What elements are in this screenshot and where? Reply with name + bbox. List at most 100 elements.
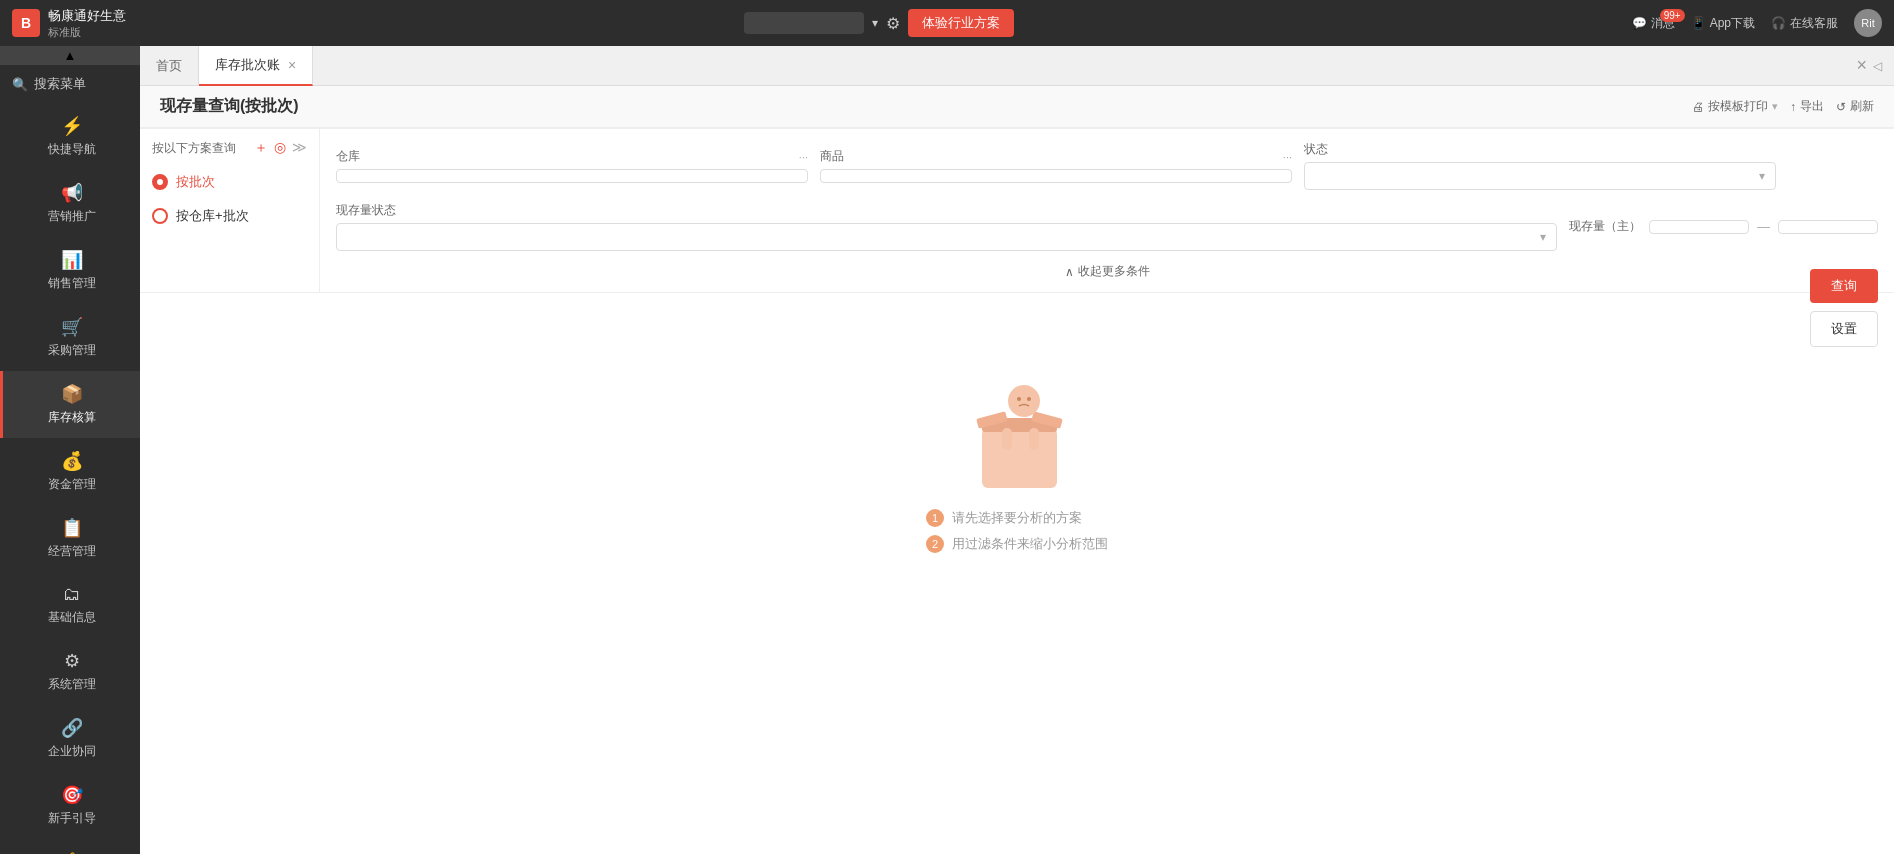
export-button[interactable]: ↑ 导出: [1790, 98, 1824, 115]
sidebar-label-10: 新手引导: [48, 810, 96, 827]
scheme-header-label: 按以下方案查询: [152, 140, 236, 157]
sidebar-item-基础信息[interactable]: 🗂 基础信息: [0, 572, 140, 638]
sidebar-label-9: 企业协同: [48, 743, 96, 760]
print-button[interactable]: 🖨 按模板打印 ▾: [1692, 98, 1778, 115]
logo-text: B: [21, 15, 31, 31]
money-icon: 💰: [61, 450, 83, 472]
search-input[interactable]: [744, 12, 864, 34]
print-dropdown-icon: ▾: [1772, 100, 1778, 113]
dropdown-chevron-icon[interactable]: ▾: [872, 16, 878, 30]
scheme-settings-icon[interactable]: ◎: [274, 139, 286, 157]
refresh-button[interactable]: ↺ 刷新: [1836, 98, 1874, 115]
empty-state: 1 请先选择要分析的方案 2 用过滤条件来缩小分析范围: [140, 293, 1894, 633]
action-buttons: 查询 设置: [1810, 269, 1878, 347]
edition-label: 标准版: [48, 25, 126, 40]
message-icon-item[interactable]: 💬 消息 99+: [1632, 15, 1675, 32]
inventory-status-label: 现存量状态: [336, 202, 396, 219]
scheme-label-0: 按批次: [176, 173, 215, 191]
sidebar-item-应用中心[interactable]: 🔔 应用中心: [0, 839, 140, 854]
scheme-radio-1: [152, 208, 168, 224]
sidebar-label-2: 销售管理: [48, 275, 96, 292]
message-badge: 99+: [1660, 9, 1685, 22]
scheme-header: 按以下方案查询 ＋ ◎ ≫: [140, 139, 319, 165]
sidebar-item-快捷导航[interactable]: ⚡ 快捷导航: [0, 103, 140, 170]
sidebar-scroll-up[interactable]: ▲: [0, 46, 140, 65]
query-button[interactable]: 查询: [1810, 269, 1878, 303]
scheme-add-icon[interactable]: ＋: [254, 139, 268, 157]
empty-tip-2: 2 用过滤条件来缩小分析范围: [926, 535, 1108, 553]
folder-icon: 🗂: [63, 584, 81, 605]
status-input[interactable]: ▾: [1304, 162, 1776, 190]
refresh-icon: ↺: [1836, 100, 1846, 114]
sidebar-item-企业协同[interactable]: 🔗 企业协同: [0, 705, 140, 772]
brand-name: 畅康通好生意: [48, 7, 126, 25]
svg-point-5: [1017, 397, 1021, 401]
filter-row-2: 现存量状态 ▾ 现存量（主） —: [336, 202, 1878, 251]
gear-icon[interactable]: ⚙: [886, 14, 900, 33]
scheme-header-actions: ＋ ◎ ≫: [254, 139, 307, 157]
warehouse-more-btn[interactable]: ···: [799, 151, 808, 163]
svg-point-6: [1027, 397, 1031, 401]
scheme-item-1[interactable]: 按仓库+批次: [140, 199, 319, 233]
tip-num-1: 1: [926, 509, 944, 527]
product-input[interactable]: [820, 169, 1292, 183]
tab-home[interactable]: 首页: [140, 46, 199, 86]
sidebar-label-7: 基础信息: [48, 609, 96, 626]
main-layout: ▲ 🔍 搜索菜单 ⚡ 快捷导航 📢 营销推广 📊 销售管理 🛒 采购管理 📦 库…: [0, 46, 1894, 854]
scheme-collapse-icon[interactable]: ≫: [292, 139, 307, 157]
sidebar-item-系统管理[interactable]: ⚙ 系统管理: [0, 638, 140, 705]
sidebar-item-经营管理[interactable]: 📋 经营管理: [0, 505, 140, 572]
panel-close-icon[interactable]: ×: [1856, 55, 1867, 76]
panel-expand-icon[interactable]: ◁: [1873, 59, 1882, 73]
chart-icon: 📊: [61, 249, 83, 271]
tab-close-icon[interactable]: ×: [288, 57, 296, 73]
scheme-item-0[interactable]: 按批次: [140, 165, 319, 199]
warehouse-input[interactable]: [336, 169, 808, 183]
tab-bar-right: × ◁: [313, 55, 1894, 76]
product-label: 商品: [820, 148, 844, 165]
collapse-button[interactable]: ∧ 收起更多条件: [336, 263, 1878, 280]
sidebar-item-采购管理[interactable]: 🛒 采购管理: [0, 304, 140, 371]
user-avatar-item[interactable]: Rit: [1854, 9, 1882, 37]
sidebar-item-新手引导[interactable]: 🎯 新手引导: [0, 772, 140, 839]
experience-button[interactable]: 体验行业方案: [908, 9, 1014, 37]
page-header-actions: 🖨 按模板打印 ▾ ↑ 导出 ↺ 刷新: [1692, 98, 1874, 115]
topbar-right: 💬 消息 99+ 📱 App下载 🎧 在线客服 Rit: [1632, 9, 1882, 37]
tab-inventory[interactable]: 库存批次账 ×: [199, 46, 313, 86]
inventory-status-input[interactable]: ▾: [336, 223, 1557, 251]
warehouse-label: 仓库: [336, 148, 360, 165]
warehouse-label-row: 仓库 ···: [336, 148, 808, 165]
settings-button[interactable]: 设置: [1810, 311, 1878, 347]
app-label: App下载: [1710, 15, 1755, 32]
topbar-brand-wrapper: 畅康通好生意 标准版: [48, 7, 126, 40]
settings-icon: ⚙: [64, 650, 80, 672]
sidebar-label-1: 营销推广: [48, 208, 96, 225]
filter-row-1: 仓库 ··· 商品 ···: [336, 141, 1878, 190]
topbar-left: B 畅康通好生意 标准版: [12, 7, 126, 40]
sidebar-item-营销推广[interactable]: 📢 营销推广: [0, 170, 140, 237]
flash-icon: ⚡: [61, 115, 83, 137]
inventory-qty-to[interactable]: [1778, 220, 1878, 234]
topbar: B 畅康通好生意 标准版 ▾ ⚙ 体验行业方案 💬 消息 99+ 📱 App下载…: [0, 0, 1894, 46]
cart-icon: 🛒: [61, 316, 83, 338]
product-more-btn[interactable]: ···: [1283, 151, 1292, 163]
inventory-status-chevron-icon: ▾: [1540, 230, 1546, 244]
empty-tip-1: 1 请先选择要分析的方案: [926, 509, 1108, 527]
service-label: 在线客服: [1790, 15, 1838, 32]
message-icon: 💬: [1632, 16, 1647, 30]
tip-num-2: 2: [926, 535, 944, 553]
app-download-item[interactable]: 📱 App下载: [1691, 15, 1755, 32]
svg-rect-7: [1002, 428, 1012, 450]
search-icon: 🔍: [12, 77, 28, 92]
svg-rect-0: [982, 428, 1057, 488]
inventory-qty-from[interactable]: [1649, 220, 1749, 234]
sidebar-item-库存核算[interactable]: 📦 库存核算: [0, 371, 140, 438]
qty-dash: —: [1757, 219, 1770, 234]
sidebar-item-资金管理[interactable]: 💰 资金管理: [0, 438, 140, 505]
sidebar-item-销售管理[interactable]: 📊 销售管理: [0, 237, 140, 304]
sidebar-label-5: 资金管理: [48, 476, 96, 493]
sidebar-search-item[interactable]: 🔍 搜索菜单: [0, 65, 140, 103]
target-icon: 🎯: [61, 784, 83, 806]
service-item[interactable]: 🎧 在线客服: [1771, 15, 1838, 32]
filter-right: 仓库 ··· 商品 ···: [320, 129, 1894, 292]
